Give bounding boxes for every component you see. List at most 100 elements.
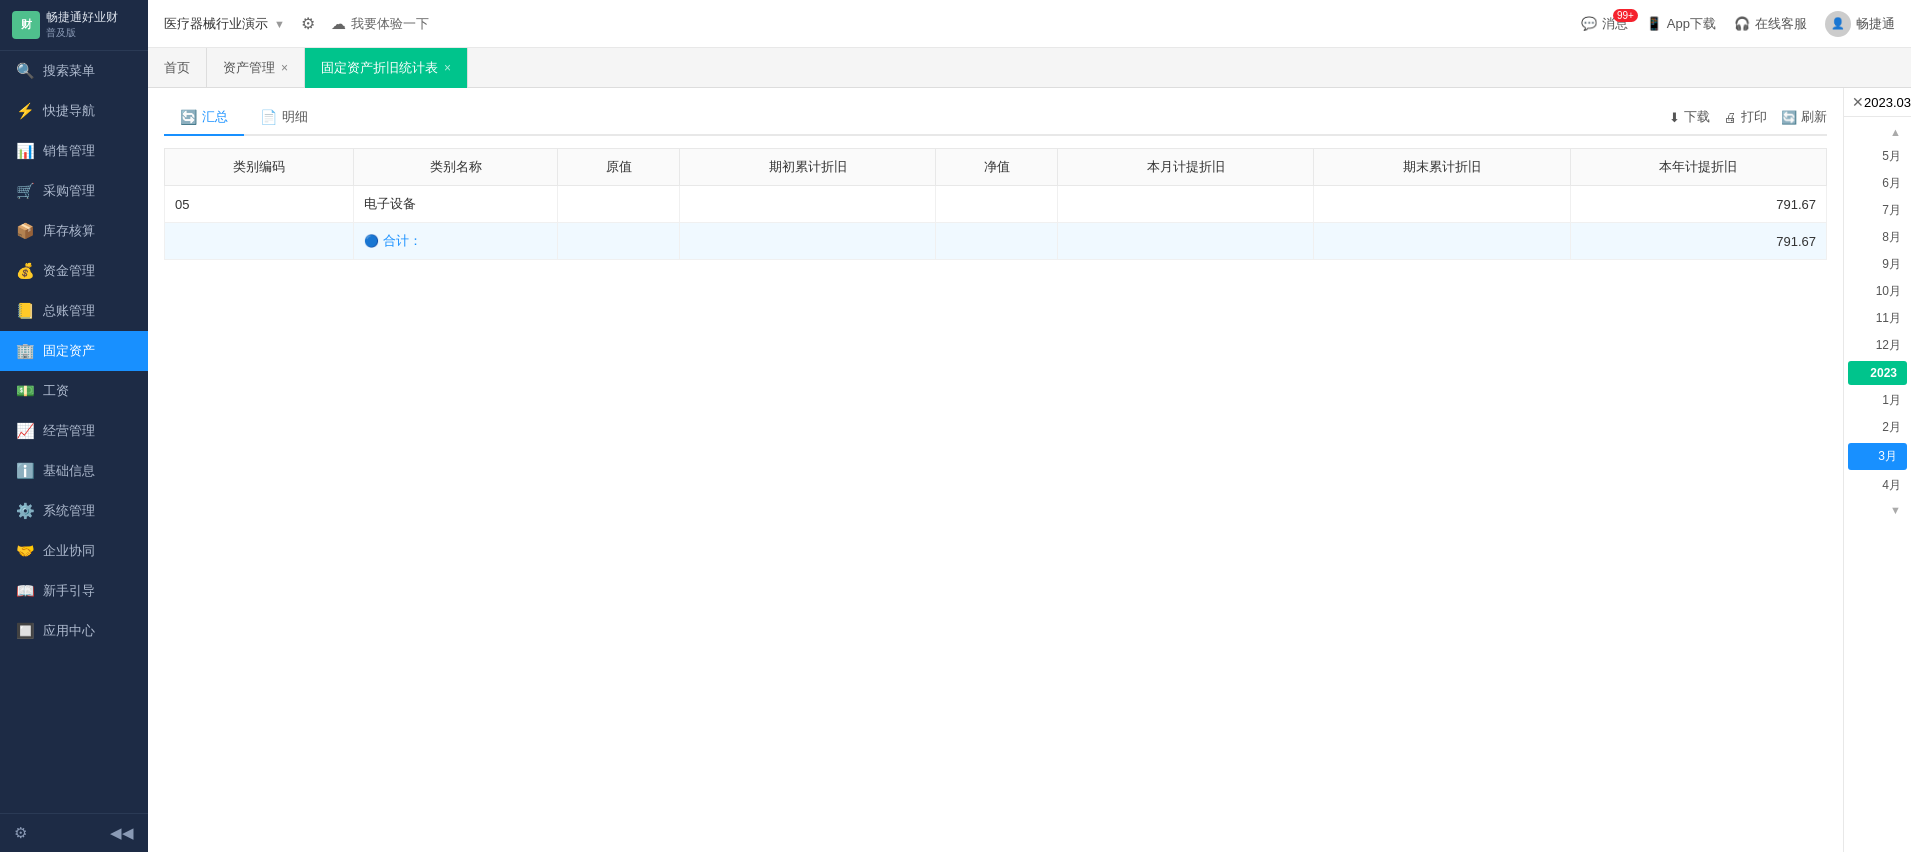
settings-footer-icon[interactable]: ⚙ bbox=[14, 824, 27, 842]
sidebar-item-fixedasset[interactable]: 🏢 固定资产 bbox=[0, 331, 148, 371]
sidebar-label-inventory: 库存核算 bbox=[43, 222, 95, 240]
tab-asset-mgmt-close[interactable]: × bbox=[281, 61, 288, 75]
row-name: 电子设备 bbox=[353, 186, 558, 223]
date-month-5[interactable]: 5月 bbox=[1844, 143, 1911, 170]
sidebar-label-operation: 经营管理 bbox=[43, 422, 95, 440]
date-year-separator[interactable]: 2023 bbox=[1848, 361, 1907, 385]
sidebar-item-enterprise[interactable]: 🤝 企业协同 bbox=[0, 531, 148, 571]
sidebar-title-block: 畅捷通好业财 普及版 bbox=[46, 10, 118, 40]
purchase-icon: 🛒 bbox=[16, 182, 35, 200]
tab-depreciation-table[interactable]: 固定资产折旧统计表 × bbox=[305, 48, 468, 88]
sidebar-item-operation[interactable]: 📈 经营管理 bbox=[0, 411, 148, 451]
print-button[interactable]: 🖨 打印 bbox=[1724, 108, 1767, 126]
sidebar-app-version: 普及版 bbox=[46, 26, 118, 40]
date-month-11[interactable]: 11月 bbox=[1844, 305, 1911, 332]
experience-button[interactable]: ☁ 我要体验一下 bbox=[331, 15, 429, 33]
refresh-button[interactable]: 🔄 刷新 bbox=[1781, 108, 1827, 126]
month-label-7: 7月 bbox=[1882, 202, 1901, 219]
messages-button[interactable]: 💬 消息 99+ bbox=[1581, 15, 1628, 33]
subtotal-initial-dep bbox=[680, 223, 936, 260]
customer-service-label: 在线客服 bbox=[1755, 15, 1807, 33]
month-label-4: 4月 bbox=[1882, 477, 1901, 494]
date-month-12[interactable]: 12月 bbox=[1844, 332, 1911, 359]
row-code: 05 bbox=[165, 186, 354, 223]
panel-close-button[interactable]: ✕ bbox=[1852, 94, 1864, 110]
topbar-right: 💬 消息 99+ 📱 App下载 🎧 在线客服 👤 畅捷通 bbox=[1581, 11, 1895, 37]
month-label-2: 2月 bbox=[1882, 419, 1901, 436]
sidebar-item-fund[interactable]: 💰 资金管理 bbox=[0, 251, 148, 291]
sidebar-item-purchase[interactable]: 🛒 采购管理 bbox=[0, 171, 148, 211]
content-main: 🔄 汇总 📄 明细 ⬇ 下载 🖨 打印 bbox=[148, 88, 1843, 852]
print-label: 打印 bbox=[1741, 108, 1767, 126]
sidebar-item-guide[interactable]: 📖 新手引导 bbox=[0, 571, 148, 611]
date-nav-up[interactable]: ▲ bbox=[1844, 121, 1911, 143]
sidebar-label-fund: 资金管理 bbox=[43, 262, 95, 280]
date-month-1[interactable]: 1月 bbox=[1844, 387, 1911, 414]
subtotal-label-cell: 🔵 合计： bbox=[353, 223, 558, 260]
subtab-summary[interactable]: 🔄 汇总 bbox=[164, 100, 244, 136]
year-separator-label: 2023 bbox=[1870, 366, 1897, 380]
sidebar-item-sales[interactable]: 📊 销售管理 bbox=[0, 131, 148, 171]
ledger-icon: 📒 bbox=[16, 302, 35, 320]
date-month-9[interactable]: 9月 bbox=[1844, 251, 1911, 278]
sidebar-item-basicinfo[interactable]: ℹ️ 基础信息 bbox=[0, 451, 148, 491]
month-label-6: 6月 bbox=[1882, 175, 1901, 192]
sidebar-item-quicknav[interactable]: ⚡ 快捷导航 bbox=[0, 91, 148, 131]
table-row: 05 电子设备 791.67 bbox=[165, 186, 1827, 223]
sidebar-item-appcenter[interactable]: 🔲 应用中心 bbox=[0, 611, 148, 651]
sidebar-label-sales: 销售管理 bbox=[43, 142, 95, 160]
detail-icon: 📄 bbox=[260, 109, 277, 125]
subtab-summary-label: 汇总 bbox=[202, 108, 228, 126]
company-selector[interactable]: 医疗器械行业演示 ▼ bbox=[164, 15, 285, 33]
user-button[interactable]: 👤 畅捷通 bbox=[1825, 11, 1895, 37]
sidebar-header: 财 畅捷通好业财 普及版 bbox=[0, 0, 148, 51]
company-name: 医疗器械行业演示 bbox=[164, 15, 268, 33]
month-label-10: 10月 bbox=[1876, 283, 1901, 300]
col-end-dep: 期末累计折旧 bbox=[1314, 149, 1570, 186]
col-net-value: 净值 bbox=[936, 149, 1058, 186]
sidebar-item-salary[interactable]: 💵 工资 bbox=[0, 371, 148, 411]
month-label-5: 5月 bbox=[1882, 148, 1901, 165]
month-label-12: 12月 bbox=[1876, 337, 1901, 354]
depreciation-table: 类别编码 类别名称 原值 期初累计折旧 净值 本月计提折旧 期末累计折旧 本年计… bbox=[164, 148, 1827, 260]
sidebar-label-ledger: 总账管理 bbox=[43, 302, 95, 320]
toolbar: ⬇ 下载 🖨 打印 🔄 刷新 bbox=[1669, 108, 1827, 126]
app-download-button[interactable]: 📱 App下载 bbox=[1646, 15, 1716, 33]
sales-icon: 📊 bbox=[16, 142, 35, 160]
month-label-3: 3月 bbox=[1878, 448, 1897, 465]
date-month-4[interactable]: 4月 bbox=[1844, 472, 1911, 499]
month-label-1: 1月 bbox=[1882, 392, 1901, 409]
sidebar-label-basicinfo: 基础信息 bbox=[43, 462, 95, 480]
date-nav-down[interactable]: ▼ bbox=[1844, 499, 1911, 521]
download-button[interactable]: ⬇ 下载 bbox=[1669, 108, 1710, 126]
chevron-down-icon: ▼ bbox=[1890, 504, 1901, 516]
collapse-footer-icon[interactable]: ◀◀ bbox=[110, 824, 134, 842]
panel-year-label: 2023.03 bbox=[1864, 95, 1911, 110]
date-month-10[interactable]: 10月 bbox=[1844, 278, 1911, 305]
subtab-detail[interactable]: 📄 明细 bbox=[244, 100, 324, 136]
date-month-3-current[interactable]: 3月 bbox=[1848, 443, 1907, 470]
topbar-settings-icon[interactable]: ⚙ bbox=[297, 10, 319, 37]
date-month-7[interactable]: 7月 bbox=[1844, 197, 1911, 224]
appcenter-icon: 🔲 bbox=[16, 622, 35, 640]
chevron-up-icon: ▲ bbox=[1890, 126, 1901, 138]
sidebar-item-search[interactable]: 🔍 搜索菜单 bbox=[0, 51, 148, 91]
tab-home[interactable]: 首页 bbox=[148, 48, 207, 88]
sidebar-item-ledger[interactable]: 📒 总账管理 bbox=[0, 291, 148, 331]
tab-asset-mgmt[interactable]: 资产管理 × bbox=[207, 48, 305, 88]
date-month-8[interactable]: 8月 bbox=[1844, 224, 1911, 251]
sidebar-item-inventory[interactable]: 📦 库存核算 bbox=[0, 211, 148, 251]
row-annual-dep: 791.67 bbox=[1570, 186, 1826, 223]
sidebar-item-system[interactable]: ⚙️ 系统管理 bbox=[0, 491, 148, 531]
user-label: 畅捷通 bbox=[1856, 15, 1895, 33]
col-original-value: 原值 bbox=[558, 149, 680, 186]
subtotal-monthly-dep bbox=[1058, 223, 1314, 260]
refresh-icon: 🔄 bbox=[1781, 110, 1797, 125]
tab-depreciation-close[interactable]: × bbox=[444, 61, 451, 75]
download-label: 下载 bbox=[1684, 108, 1710, 126]
col-name: 类别名称 bbox=[353, 149, 558, 186]
date-month-2[interactable]: 2月 bbox=[1844, 414, 1911, 441]
customer-service-button[interactable]: 🎧 在线客服 bbox=[1734, 15, 1807, 33]
date-month-6[interactable]: 6月 bbox=[1844, 170, 1911, 197]
salary-icon: 💵 bbox=[16, 382, 35, 400]
